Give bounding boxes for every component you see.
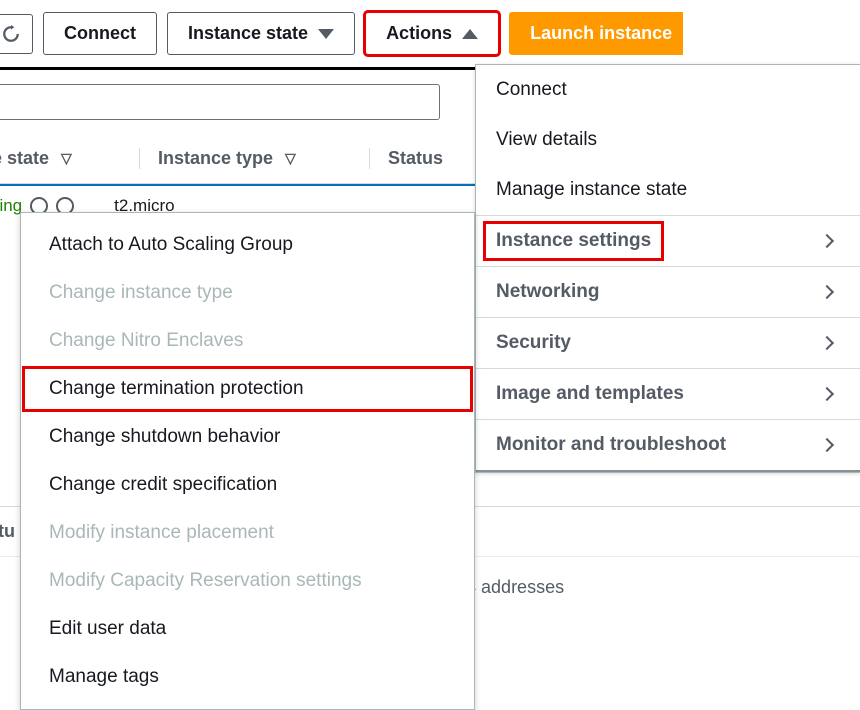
menu-label: Instance settings	[486, 224, 661, 258]
sub-item-change-nitro: Change Nitro Enclaves	[21, 317, 474, 365]
connect-button[interactable]: Connect	[43, 12, 157, 55]
chevron-down-icon	[318, 29, 334, 39]
menu-label: View details	[496, 129, 597, 151]
column-label: Instance type	[158, 148, 273, 169]
menu-item-networking[interactable]: Networking	[476, 266, 860, 317]
menu-item-security[interactable]: Security	[476, 317, 860, 368]
menu-label: Networking	[496, 281, 599, 303]
menu-item-connect[interactable]: Connect	[476, 65, 860, 115]
sub-item-change-type: Change instance type	[21, 269, 474, 317]
menu-item-view-details[interactable]: View details	[476, 115, 860, 165]
column-status[interactable]: Status	[370, 148, 480, 169]
sub-item-edit-userdata[interactable]: Edit user data	[21, 605, 474, 653]
connect-label: Connect	[64, 23, 136, 44]
menu-item-manage-state[interactable]: Manage instance state	[476, 165, 860, 215]
chevron-right-icon	[820, 285, 834, 299]
menu-item-monitor[interactable]: Monitor and troubleshoot	[476, 419, 860, 472]
detail-tab-fragment: tu	[0, 521, 15, 541]
menu-label: Manage instance state	[496, 179, 687, 201]
column-label: Status	[388, 148, 443, 169]
sub-item-modify-capacity: Modify Capacity Reservation settings	[21, 557, 474, 605]
instance-settings-submenu: Attach to Auto Scaling Group Change inst…	[20, 212, 475, 710]
sort-icon: ▽	[285, 150, 296, 167]
sub-item-change-shutdown[interactable]: Change shutdown behavior	[21, 413, 474, 461]
chevron-right-icon	[820, 336, 834, 350]
refresh-icon	[2, 25, 20, 43]
column-label: e state	[0, 148, 49, 169]
toolbar: Connect Instance state Actions Launch in…	[0, 0, 860, 70]
actions-button[interactable]: Actions	[365, 12, 499, 55]
column-instance-type[interactable]: Instance type ▽	[140, 148, 370, 169]
menu-label: Image and templates	[496, 383, 684, 405]
instance-state-label: Instance state	[188, 23, 308, 44]
menu-item-instance-settings[interactable]: Instance settings	[476, 215, 860, 266]
launch-instance-label: Launch instance	[530, 23, 672, 44]
actions-menu: Connect View details Manage instance sta…	[475, 64, 860, 473]
private-ipv4-label: te IPv4 addresses	[420, 577, 860, 598]
search-input[interactable]	[0, 84, 440, 120]
sub-item-attach-asg[interactable]: Attach to Auto Scaling Group	[21, 221, 474, 269]
actions-label: Actions	[386, 23, 452, 44]
sub-item-manage-tags[interactable]: Manage tags	[21, 653, 474, 701]
menu-label: Monitor and troubleshoot	[496, 434, 726, 456]
chevron-right-icon	[820, 234, 834, 248]
instance-state-value: ning	[0, 196, 22, 216]
menu-label: Security	[496, 332, 571, 354]
menu-label: Connect	[496, 79, 567, 101]
instance-state-button[interactable]: Instance state	[167, 12, 355, 55]
chevron-right-icon	[820, 387, 834, 401]
column-instance-state[interactable]: e state ▽	[0, 148, 140, 169]
launch-instance-button[interactable]: Launch instance	[509, 12, 683, 55]
refresh-button[interactable]	[0, 14, 33, 54]
menu-item-image-templates[interactable]: Image and templates	[476, 368, 860, 419]
sub-item-modify-placement: Modify instance placement	[21, 509, 474, 557]
sub-item-change-credit[interactable]: Change credit specification	[21, 461, 474, 509]
chevron-right-icon	[820, 438, 834, 452]
chevron-up-icon	[462, 29, 478, 39]
sort-icon: ▽	[61, 150, 72, 167]
sub-item-change-termination[interactable]: Change termination protection	[21, 365, 474, 413]
